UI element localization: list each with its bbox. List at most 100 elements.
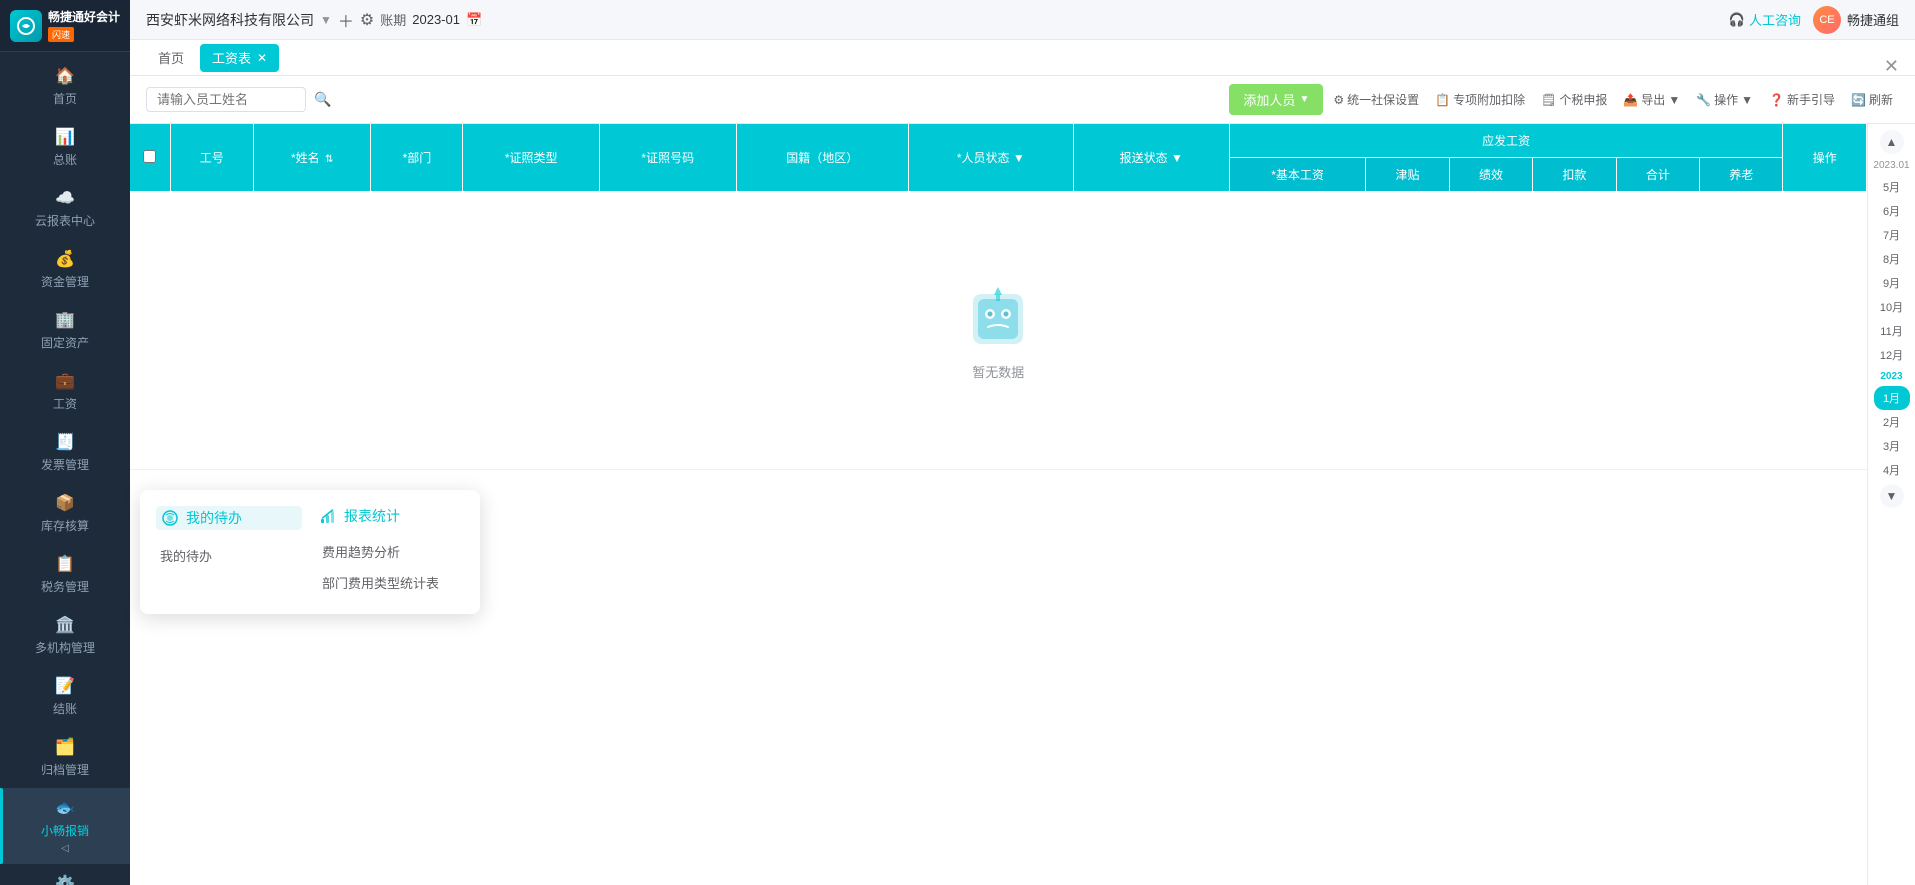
table-header-pension: 养老 bbox=[1700, 158, 1783, 192]
table-header-id-number: *证照号码 bbox=[600, 124, 737, 191]
tab-home-label: 首页 bbox=[158, 48, 184, 67]
tab-salary-sheet[interactable]: 工资表 ✕ bbox=[200, 44, 279, 72]
timeline-up-button[interactable]: ▲ bbox=[1880, 130, 1904, 154]
timeline-down-button[interactable]: ▼ bbox=[1880, 484, 1904, 508]
sidebar-item-archive[interactable]: 🗂️ 归档管理 bbox=[0, 727, 130, 788]
sidebar-item-xiaochang[interactable]: 🐟 小畅报销 ◁ bbox=[0, 788, 130, 864]
add-person-button[interactable]: 添加人员 ▼ bbox=[1229, 84, 1323, 115]
sidebar-item-multi-org-label: 多机构管理 bbox=[35, 639, 95, 656]
tabbar: 首页 工资表 ✕ bbox=[130, 40, 1915, 76]
user-avatar: CE bbox=[1813, 6, 1841, 34]
report-filter-icon[interactable]: ▼ bbox=[1171, 151, 1183, 165]
timeline-month-3[interactable]: 3月 bbox=[1874, 434, 1910, 458]
sidebar-item-ledger-label: 总账 bbox=[53, 151, 77, 168]
popup-item-todolist[interactable]: 我的待办 bbox=[156, 540, 302, 571]
support-label: 人工咨询 bbox=[1749, 10, 1801, 29]
sidebar-item-invoice[interactable]: 🧾 发票管理 bbox=[0, 422, 130, 483]
table-header-operations: 操作 bbox=[1783, 124, 1867, 191]
sidebar-item-home[interactable]: 🏠 首页 bbox=[0, 56, 130, 117]
refresh-icon: 🔄 bbox=[1851, 93, 1866, 107]
timeline-month-2[interactable]: 2月 bbox=[1874, 410, 1910, 434]
sidebar: 畅捷通好会计 闪速 🏠 首页 📊 总账 ☁️ 云报表中心 💰 资金管理 � bbox=[0, 0, 130, 885]
sidebar-item-salary[interactable]: 💼 工资 bbox=[0, 361, 130, 422]
popup-item-cost-trend[interactable]: 费用趋势分析 bbox=[318, 536, 464, 567]
settings-button[interactable]: ⚙ bbox=[360, 10, 374, 30]
search-button[interactable]: 🔍 bbox=[314, 91, 331, 108]
topbar-left: 西安虾米网络科技有限公司 ▼ ＋ ⚙ 账期 2023-01 📅 bbox=[146, 8, 482, 32]
sidebar-item-inventory[interactable]: 📦 库存核算 bbox=[0, 483, 130, 544]
sidebar-item-multi-org[interactable]: 🏛️ 多机构管理 bbox=[0, 605, 130, 666]
user-info[interactable]: CE 畅捷通组 bbox=[1813, 6, 1899, 34]
guide-label: 新手引导 bbox=[1787, 91, 1835, 108]
logo-icon bbox=[10, 10, 42, 42]
refresh-label: 刷新 bbox=[1869, 91, 1893, 108]
sidebar-item-basic[interactable]: ⚙️ 基础设置 bbox=[0, 864, 130, 885]
sidebar-item-salary-label: 工资 bbox=[53, 395, 77, 412]
operations-label: 操作 bbox=[1714, 91, 1738, 108]
popup-item-dept-cost[interactable]: 部门费用类型统计表 bbox=[318, 567, 464, 598]
timeline-month-8[interactable]: 8月 bbox=[1874, 247, 1910, 271]
company-dropdown-icon[interactable]: ▼ bbox=[320, 13, 332, 27]
add-person-dropdown-icon: ▼ bbox=[1299, 94, 1309, 105]
search-input[interactable] bbox=[146, 87, 306, 112]
reports-icon bbox=[318, 506, 338, 526]
todolist-icon bbox=[160, 508, 180, 528]
table-header-allowance: 津贴 bbox=[1366, 158, 1449, 192]
logo-badge: 闪速 bbox=[48, 27, 74, 42]
timeline-month-9[interactable]: 9月 bbox=[1874, 271, 1910, 295]
name-sort-icon[interactable]: ⇅ bbox=[325, 154, 333, 165]
table-header-dept: *部门 bbox=[371, 124, 463, 191]
empty-state-row: 暂无数据 bbox=[130, 191, 1867, 470]
timeline-month-7[interactable]: 7月 bbox=[1874, 223, 1910, 247]
tab-close-icon[interactable]: ✕ bbox=[257, 51, 267, 65]
timeline-month-12[interactable]: 12月 bbox=[1874, 343, 1910, 367]
xiaochang-icon: 🐟 bbox=[55, 798, 75, 818]
export-button[interactable]: 📤 导出 ▼ bbox=[1617, 87, 1686, 112]
sidebar-item-tax[interactable]: 📋 税务管理 bbox=[0, 544, 130, 605]
sidebar-item-assets[interactable]: 🏢 固定资产 bbox=[0, 300, 130, 361]
operations-button[interactable]: 🔧 操作 ▼ bbox=[1690, 87, 1759, 112]
sidebar-item-settlement[interactable]: 📝 结账 bbox=[0, 666, 130, 727]
refresh-button[interactable]: 🔄 刷新 bbox=[1845, 87, 1899, 112]
logo-text-area: 畅捷通好会计 闪速 bbox=[48, 8, 120, 43]
company-name: 西安虾米网络科技有限公司 bbox=[146, 10, 314, 30]
period-label: 账期 bbox=[380, 10, 406, 29]
support-link[interactable]: 🎧 人工咨询 bbox=[1729, 10, 1801, 29]
social-security-button[interactable]: ⚙ 统一社保设置 bbox=[1327, 87, 1425, 112]
operations-icon: 🔧 bbox=[1696, 93, 1711, 107]
sidebar-item-cloud-label: 云报表中心 bbox=[35, 212, 95, 229]
tab-home[interactable]: 首页 bbox=[146, 44, 196, 72]
select-all-checkbox[interactable] bbox=[143, 150, 156, 163]
guide-button[interactable]: ❓ 新手引导 bbox=[1763, 87, 1841, 112]
empty-state: 暂无数据 bbox=[140, 199, 1857, 461]
tax-declare-label: 个税申报 bbox=[1559, 91, 1607, 108]
timeline-month-10[interactable]: 10月 bbox=[1874, 295, 1910, 319]
period-calendar-icon[interactable]: 📅 bbox=[466, 12, 482, 28]
xiaochang-collapse-icon: ◁ bbox=[61, 843, 69, 854]
timeline-month-11[interactable]: 11月 bbox=[1874, 319, 1910, 343]
username: 畅捷通组 bbox=[1847, 10, 1899, 29]
home-icon: 🏠 bbox=[55, 66, 75, 86]
invoice-icon: 🧾 bbox=[55, 432, 75, 452]
user-avatar-img: CE bbox=[1819, 14, 1834, 26]
table-header-checkbox[interactable] bbox=[130, 124, 170, 191]
sidebar-item-cloud[interactable]: ☁️ 云报表中心 bbox=[0, 178, 130, 239]
salary-icon: 💼 bbox=[55, 371, 75, 391]
tax-declare-button[interactable]: 🗒 个税申报 bbox=[1535, 87, 1613, 112]
toolbar-actions: 添加人员 ▼ ⚙ 统一社保设置 📋 专项附加扣除 🗒 个税申报 📤 导 bbox=[1229, 84, 1899, 115]
popup-section-reports-title: 报表统计 bbox=[318, 506, 464, 526]
status-filter-icon[interactable]: ▼ bbox=[1013, 151, 1025, 165]
timeline-month-6[interactable]: 6月 bbox=[1874, 199, 1910, 223]
main-content: 西安虾米网络科技有限公司 ▼ ＋ ⚙ 账期 2023-01 📅 🎧 人工咨询 C… bbox=[130, 0, 1915, 885]
timeline-month-4[interactable]: 4月 bbox=[1874, 458, 1910, 482]
modal-close-button[interactable]: ✕ bbox=[1884, 56, 1899, 77]
export-dropdown-icon: ▼ bbox=[1668, 93, 1680, 107]
sidebar-nav: 🏠 首页 📊 总账 ☁️ 云报表中心 💰 资金管理 🏢 固定资产 💼 工资 bbox=[0, 52, 130, 885]
timeline-month-5[interactable]: 5月 bbox=[1874, 175, 1910, 199]
special-deduct-button[interactable]: 📋 专项附加扣除 bbox=[1429, 87, 1531, 112]
sidebar-item-funds[interactable]: 💰 资金管理 bbox=[0, 239, 130, 300]
sidebar-item-ledger[interactable]: 📊 总账 bbox=[0, 117, 130, 178]
table-header-status: *人员状态 ▼ bbox=[908, 124, 1073, 191]
timeline-month-1[interactable]: 1月 bbox=[1874, 386, 1910, 410]
add-company-button[interactable]: ＋ bbox=[338, 8, 354, 32]
